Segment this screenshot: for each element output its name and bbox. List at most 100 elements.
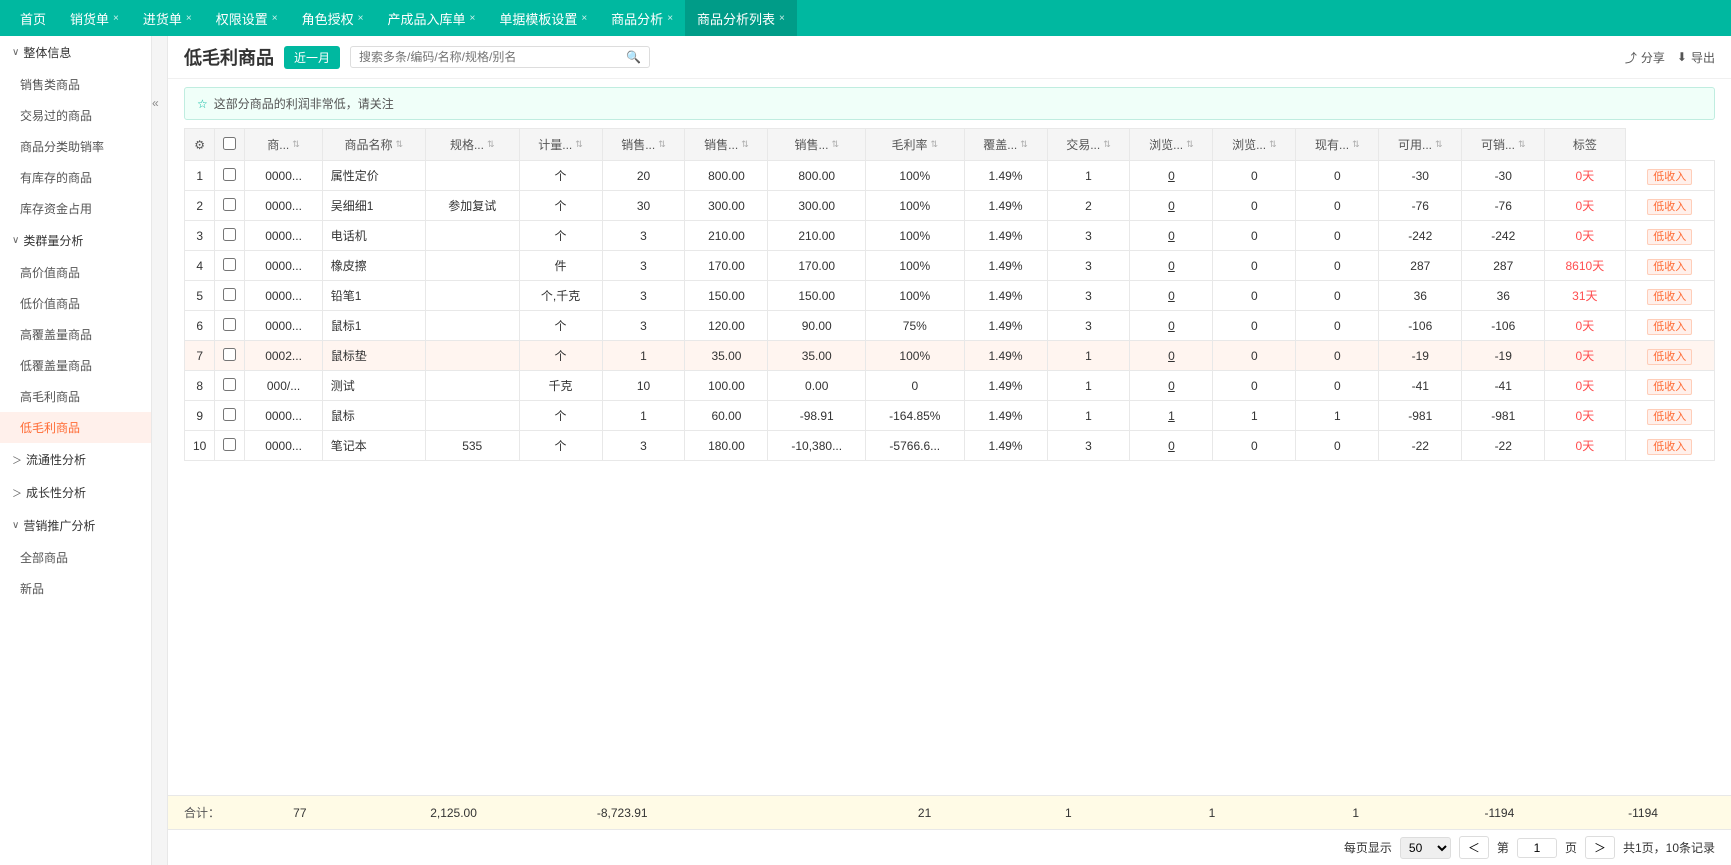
- col-stock3[interactable]: 可销... ⇅: [1462, 129, 1545, 161]
- sidebar-item-new-goods[interactable]: 新品: [0, 573, 151, 604]
- sort-icon-name[interactable]: ⇅: [396, 139, 404, 150]
- nav-close-purchase[interactable]: ×: [186, 13, 192, 24]
- row-checkbox[interactable]: [215, 251, 245, 281]
- row-checkbox[interactable]: [215, 371, 245, 401]
- col-code[interactable]: 商... ⇅: [245, 129, 322, 161]
- sidebar-item-category-rate[interactable]: 商品分类助销率: [0, 131, 151, 162]
- row-select-checkbox[interactable]: [223, 438, 236, 451]
- nav-close-sales[interactable]: ×: [113, 13, 119, 24]
- sidebar-item-high-coverage[interactable]: 高覆盖量商品: [0, 319, 151, 350]
- row-select-checkbox[interactable]: [223, 168, 236, 181]
- row-trade[interactable]: 0: [1130, 281, 1213, 311]
- col-browse2[interactable]: 浏览... ⇅: [1213, 129, 1296, 161]
- row-trade[interactable]: 0: [1130, 161, 1213, 191]
- sort-icon-unit[interactable]: ⇅: [575, 139, 583, 150]
- sidebar-group-growth[interactable]: ＞ 成长性分析: [0, 476, 151, 509]
- row-checkbox[interactable]: [215, 161, 245, 191]
- row-trade[interactable]: 0: [1130, 221, 1213, 251]
- select-all-checkbox[interactable]: [223, 137, 236, 150]
- nav-role[interactable]: 角色授权 ×: [290, 0, 376, 36]
- col-trade[interactable]: 交易... ⇅: [1047, 129, 1130, 161]
- sidebar-item-sales-goods[interactable]: 销售类商品: [0, 69, 151, 100]
- sidebar-item-high-value[interactable]: 高价值商品: [0, 257, 151, 288]
- row-select-checkbox[interactable]: [223, 408, 236, 421]
- nav-product-analysis-list[interactable]: 商品分析列表 ×: [685, 0, 797, 36]
- col-checkbox[interactable]: [215, 129, 245, 161]
- nav-close-product-entry[interactable]: ×: [469, 13, 475, 24]
- col-sale-qty[interactable]: 销售... ⇅: [602, 129, 685, 161]
- sort-icon-code[interactable]: ⇅: [292, 139, 300, 150]
- col-sale-profit[interactable]: 销售... ⇅: [768, 129, 866, 161]
- share-button[interactable]: ⤴ 分享: [1625, 49, 1665, 66]
- row-trade[interactable]: 0: [1130, 251, 1213, 281]
- sidebar-group-marketing[interactable]: ∨ 营销推广分析: [0, 509, 151, 542]
- row-select-checkbox[interactable]: [223, 318, 236, 331]
- page-size-select[interactable]: 50 100 200: [1400, 837, 1451, 859]
- row-select-checkbox[interactable]: [223, 228, 236, 241]
- sort-icon-coverage[interactable]: ⇅: [1020, 139, 1028, 150]
- row-checkbox[interactable]: [215, 431, 245, 461]
- nav-template[interactable]: 单据模板设置 ×: [487, 0, 599, 36]
- sidebar-group-overall[interactable]: ∨ 整体信息: [0, 36, 151, 69]
- sort-icon-amt[interactable]: ⇅: [741, 139, 749, 150]
- sort-icon-profit[interactable]: ⇅: [831, 139, 839, 150]
- nav-permission[interactable]: 权限设置 ×: [204, 0, 290, 36]
- row-checkbox[interactable]: [215, 281, 245, 311]
- row-checkbox[interactable]: [215, 401, 245, 431]
- row-checkbox[interactable]: [215, 311, 245, 341]
- nav-sales[interactable]: 销货单 ×: [58, 0, 131, 36]
- col-gross-rate[interactable]: 毛利率 ⇅: [866, 129, 965, 161]
- table-container[interactable]: ⚙ 商... ⇅ 商品名称: [168, 128, 1731, 795]
- sort-icon-browse1[interactable]: ⇅: [1186, 139, 1194, 150]
- col-coverage[interactable]: 覆盖... ⇅: [964, 129, 1047, 161]
- col-stock2[interactable]: 可用... ⇅: [1379, 129, 1462, 161]
- nav-product-analysis[interactable]: 商品分析 ×: [599, 0, 685, 36]
- nav-close-template[interactable]: ×: [581, 13, 587, 24]
- search-icon[interactable]: 🔍: [626, 50, 641, 64]
- row-trade[interactable]: 0: [1130, 311, 1213, 341]
- search-input[interactable]: [359, 50, 620, 64]
- sidebar-group-cluster[interactable]: ∨ 类群量分析: [0, 224, 151, 257]
- nav-purchase[interactable]: 进货单 ×: [131, 0, 204, 36]
- row-checkbox[interactable]: [215, 221, 245, 251]
- sidebar-item-stock-capital[interactable]: 库存资金占用: [0, 193, 151, 224]
- col-settings[interactable]: ⚙: [185, 129, 215, 161]
- export-button[interactable]: ⬇ 导出: [1677, 49, 1715, 66]
- sidebar-group-flow[interactable]: ＞ 流通性分析: [0, 443, 151, 476]
- nav-close-product-analysis-list[interactable]: ×: [779, 13, 785, 24]
- date-filter-button[interactable]: 近一月: [284, 46, 340, 69]
- row-select-checkbox[interactable]: [223, 348, 236, 361]
- row-trade[interactable]: 1: [1130, 401, 1213, 431]
- col-tag[interactable]: 标签: [1545, 129, 1625, 161]
- sidebar-item-low-value[interactable]: 低价值商品: [0, 288, 151, 319]
- nav-home[interactable]: 首页: [8, 0, 58, 36]
- nav-close-role[interactable]: ×: [358, 13, 364, 24]
- prev-page-button[interactable]: ＜: [1459, 836, 1489, 859]
- row-checkbox[interactable]: [215, 341, 245, 371]
- sidebar-item-all-goods[interactable]: 全部商品: [0, 542, 151, 573]
- sort-icon-stock3[interactable]: ⇅: [1518, 139, 1526, 150]
- col-stock1[interactable]: 现有... ⇅: [1296, 129, 1379, 161]
- next-page-button[interactable]: ＞: [1585, 836, 1615, 859]
- col-unit[interactable]: 计量... ⇅: [519, 129, 602, 161]
- sort-icon-trade[interactable]: ⇅: [1103, 139, 1111, 150]
- row-select-checkbox[interactable]: [223, 198, 236, 211]
- sort-icon-spec[interactable]: ⇅: [487, 139, 495, 150]
- sort-icon-browse2[interactable]: ⇅: [1269, 139, 1277, 150]
- sidebar-item-in-stock[interactable]: 有库存的商品: [0, 162, 151, 193]
- row-select-checkbox[interactable]: [223, 258, 236, 271]
- row-trade[interactable]: 0: [1130, 191, 1213, 221]
- nav-product-entry[interactable]: 产成品入库单 ×: [375, 0, 487, 36]
- sidebar-item-traded-goods[interactable]: 交易过的商品: [0, 100, 151, 131]
- nav-close-product-analysis[interactable]: ×: [667, 13, 673, 24]
- sidebar-item-high-profit[interactable]: 高毛利商品: [0, 381, 151, 412]
- sort-icon-gross[interactable]: ⇅: [931, 139, 939, 150]
- sidebar-collapse-btn[interactable]: «: [152, 36, 168, 865]
- row-select-checkbox[interactable]: [223, 378, 236, 391]
- col-browse1[interactable]: 浏览... ⇅: [1130, 129, 1213, 161]
- col-spec[interactable]: 规格... ⇅: [425, 129, 519, 161]
- nav-close-permission[interactable]: ×: [272, 13, 278, 24]
- col-name[interactable]: 商品名称 ⇅: [322, 129, 425, 161]
- page-number-input[interactable]: [1517, 838, 1557, 858]
- col-sale-amt[interactable]: 销售... ⇅: [685, 129, 768, 161]
